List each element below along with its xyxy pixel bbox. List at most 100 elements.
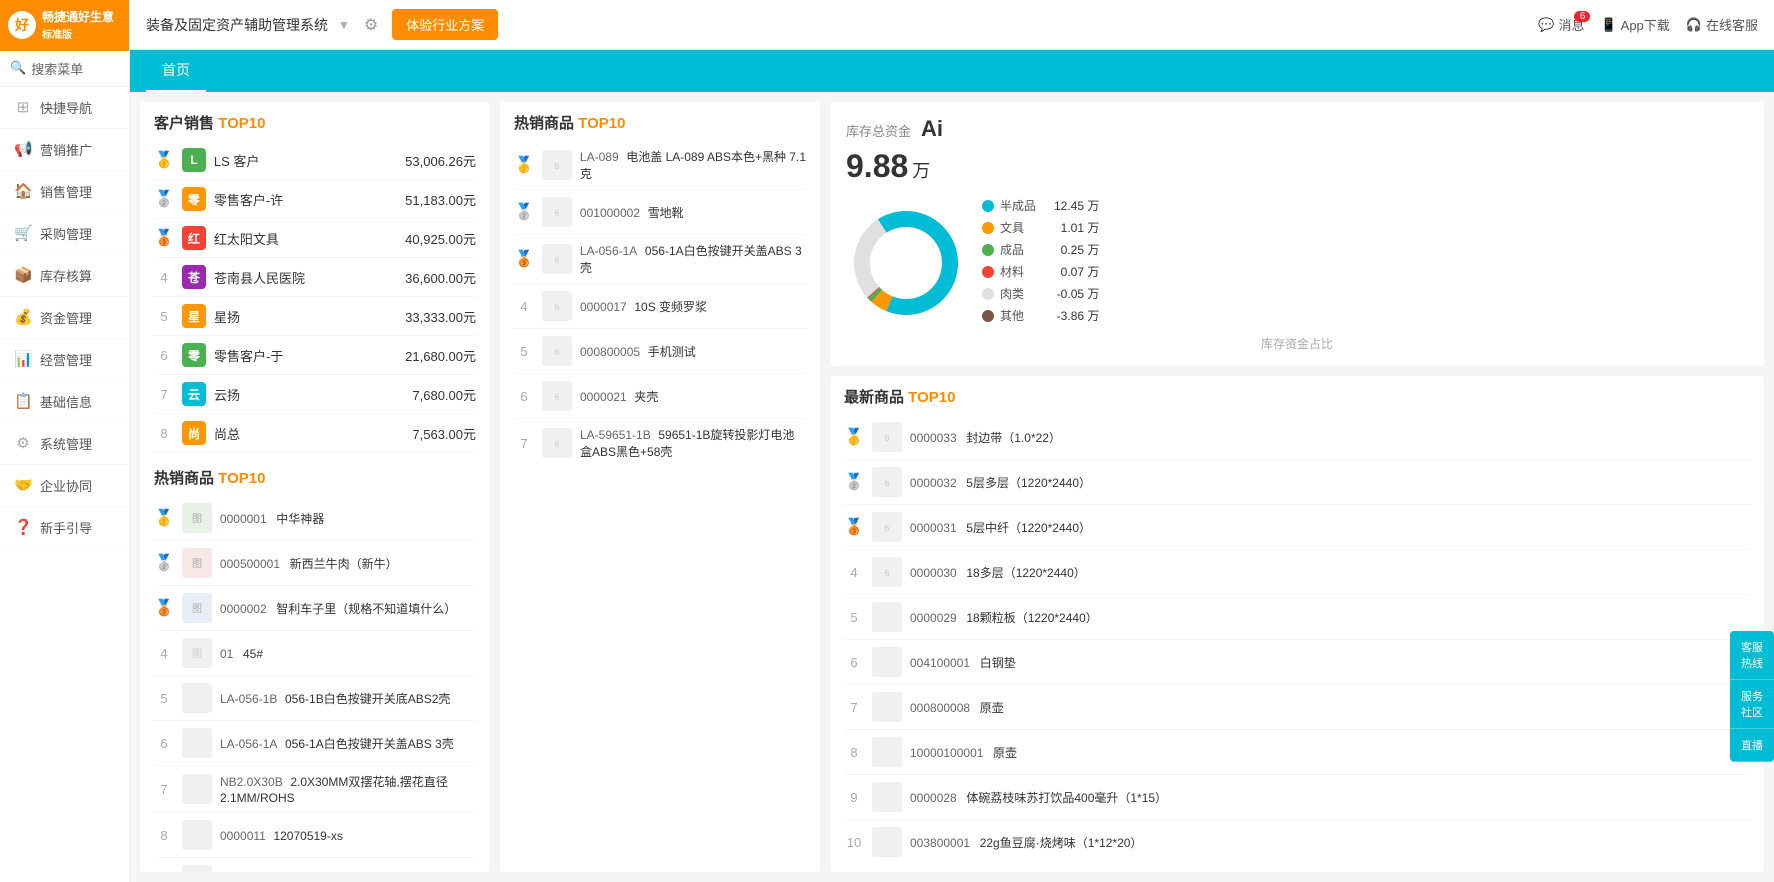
- customer-row-4: 4 苍 苍南县人民医院 36,600.00元: [154, 258, 476, 297]
- sidebar-item-finance[interactable]: 💰 资金管理: [0, 297, 129, 339]
- sidebar-item-quicknav[interactable]: ⊞ 快捷导航: [0, 87, 129, 129]
- dropdown-arrow[interactable]: ▼: [338, 18, 350, 32]
- new-rank-7: 7: [844, 700, 864, 715]
- message-count: 6: [1574, 11, 1590, 22]
- sidebar-item-collab[interactable]: 🤝 企业协同: [0, 465, 129, 507]
- hot-right-thumb-1: 6: [542, 150, 572, 180]
- new-rank-6: 6: [844, 655, 864, 670]
- hot-product-row-5: 5 LA-056-1B 056-1B白色按键开关底ABS2壳: [154, 676, 476, 721]
- hot-product-name-3: 智利车子里（规格不知道填什么）: [276, 602, 456, 616]
- trial-button[interactable]: 体验行业方案: [392, 9, 498, 40]
- float-btn-community[interactable]: 服务社区: [1730, 680, 1774, 729]
- new-code-5: 0000029: [910, 611, 957, 625]
- customer-row-6: 6 零 零售客户-于 21,680.00元: [154, 336, 476, 375]
- inventory-header: 库存总资金 Ai: [846, 116, 1748, 142]
- hot-product-code-5: LA-056-1B: [220, 692, 277, 706]
- new-product-row-3: 🥉 6 0000031 5层中纤（1220*2440）: [844, 505, 1750, 550]
- hot-product-thumb-5: [182, 683, 212, 713]
- sidebar-item-marketing[interactable]: 📢 营销推广: [0, 129, 129, 171]
- svg-text:6: 6: [554, 302, 559, 312]
- customer-name-6: 零售客户-于: [214, 346, 397, 365]
- hot-right-medal-1: 🥇: [514, 155, 534, 175]
- home-tab[interactable]: 首页: [146, 50, 206, 92]
- float-btn-live[interactable]: 直播: [1730, 729, 1774, 762]
- new-code-6: 004100001: [910, 656, 970, 670]
- sidebar-item-purchase[interactable]: 🛒 采购管理: [0, 213, 129, 255]
- legend-item-finished: 成品 0.25 万: [982, 241, 1099, 258]
- hot-right-info-3: LA-056-1A 056-1A白色按键开关盖ABS 3壳: [580, 242, 806, 276]
- new-thumb-2: 6: [872, 467, 902, 497]
- ai-label: Ai: [921, 116, 943, 142]
- hot-product-row-8: 8 0000011 12070519-xs: [154, 813, 476, 858]
- legend-label-5: 其他: [1000, 307, 1040, 324]
- sidebar: 好 畅捷通好生意 标准版 🔍 搜索菜单 ⊞ 快捷导航 📢 营销推广 🏠 销售管理…: [0, 0, 130, 882]
- customer-name-8: 尚总: [214, 424, 404, 443]
- message-badge[interactable]: 💬 消息 6: [1538, 15, 1584, 34]
- hot-right-name-5: 手机测试: [648, 345, 696, 359]
- sidebar-item-operations[interactable]: 📊 经营管理: [0, 339, 129, 381]
- sidebar-item-inventory[interactable]: 📦 库存核算: [0, 255, 129, 297]
- hot-right-row-3: 🥉 6 LA-056-1A 056-1A白色按键开关盖ABS 3壳: [514, 235, 806, 284]
- hot-product-code-8: 0000011: [220, 829, 266, 843]
- legend-val-0: 12.45 万: [1046, 197, 1099, 214]
- search-menu[interactable]: 🔍 搜索菜单: [0, 51, 129, 87]
- hot-product-row-2: 🥈 图 000500001 新西兰牛肉（新牛）: [154, 541, 476, 586]
- legend-item-material: 材料 0.07 万: [982, 263, 1099, 280]
- float-btn-hotline[interactable]: 客服热线: [1730, 631, 1774, 680]
- collab-icon: 🤝: [14, 476, 32, 494]
- new-code-10: 003800001: [910, 836, 970, 850]
- hot-product-name-4: 45#: [243, 647, 263, 661]
- new-product-info-7: 000800008 原壶: [910, 699, 1750, 716]
- hot-right-code-7: LA-59651-1B: [580, 428, 651, 442]
- online-service[interactable]: 🎧 在线客服: [1686, 15, 1758, 34]
- new-code-9: 0000028: [910, 791, 957, 805]
- hot-right-info-2: 001000002 雪地靴: [580, 204, 806, 221]
- new-product-info-1: 0000033 封边带（1.0*22）: [910, 429, 1750, 446]
- legend-label-1: 文具: [1000, 219, 1040, 236]
- sidebar-item-sales[interactable]: 🏠 销售管理: [0, 171, 129, 213]
- hot-product-row-9: 9 KK-SD22110H 花语萌恒温分离罐袋（厚款）: [154, 858, 476, 872]
- rank-num-7: 7: [154, 387, 174, 402]
- svg-text:6: 6: [884, 568, 889, 578]
- hot-right-row-5: 5 6 000800005 手机测试: [514, 329, 806, 374]
- new-product-row-4: 4 6 0000030 18多层（1220*2440）: [844, 550, 1750, 595]
- sidebar-item-basics[interactable]: 📋 基础信息: [0, 381, 129, 423]
- sidebar-item-system[interactable]: ⚙ 系统管理: [0, 423, 129, 465]
- legend-val-2: 0.25 万: [1053, 241, 1100, 258]
- message-icon: 💬: [1538, 17, 1554, 33]
- gear-icon[interactable]: ⚙: [364, 15, 378, 35]
- hot-product-info-8: 0000011 12070519-xs: [220, 828, 476, 843]
- hot-right-thumb-5: 6: [542, 336, 572, 366]
- rank-medal-1: 🥇: [154, 150, 174, 170]
- hot-product-thumb-6: [182, 728, 212, 758]
- hot-right-code-5: 000800005: [580, 345, 640, 359]
- hot-rank-4: 4: [154, 646, 174, 661]
- new-product-row-7: 7 000800008 原壶: [844, 685, 1750, 730]
- hot-product-name-2: 新西兰牛肉（新牛）: [290, 557, 398, 571]
- hot-product-thumb-8: [182, 820, 212, 850]
- new-rank-9: 9: [844, 790, 864, 805]
- hot-product-info-6: LA-056-1A 056-1A白色按键开关盖ABS 3壳: [220, 735, 476, 752]
- hot-product-info-4: 01 45#: [220, 646, 476, 661]
- inventory-icon: 📦: [14, 266, 32, 284]
- hot-products-title: 热销商品 TOP10: [154, 467, 476, 488]
- new-name-4: 18多层（1220*2440）: [966, 566, 1085, 580]
- new-thumb-5: [872, 602, 902, 632]
- new-product-row-9: 9 0000028 体碗荔枝味苏打饮品400毫升（1*15）: [844, 775, 1750, 820]
- sidebar-label-marketing: 营销推广: [40, 140, 92, 159]
- inventory-value: 9.88: [846, 148, 908, 185]
- new-products-panel: 最新商品 TOP10 🥇 6 0000033 封边带（1.0*22） 🥈 6 0…: [830, 376, 1764, 872]
- customer-amount-7: 7,680.00元: [412, 385, 476, 404]
- hot-rank-6: 6: [154, 736, 174, 751]
- legend-label-4: 肉类: [1000, 285, 1040, 302]
- sidebar-item-guide[interactable]: ❓ 新手引导: [0, 507, 129, 549]
- customer-panel-top: TOP10: [218, 115, 265, 132]
- new-rank-5: 5: [844, 610, 864, 625]
- app-download[interactable]: 📱 App下载: [1600, 15, 1669, 34]
- hot-products-right-panel: 热销商品 TOP10 🥇 6 LA-089 电池盖 LA-089 ABS本色+黑…: [500, 102, 820, 872]
- sidebar-label-basics: 基础信息: [40, 392, 92, 411]
- hot-right-top-label: TOP10: [578, 115, 625, 132]
- rank-num-4: 4: [154, 270, 174, 285]
- svg-text:6: 6: [554, 208, 559, 218]
- legend-item-other: 其他 -3.86 万: [982, 307, 1099, 324]
